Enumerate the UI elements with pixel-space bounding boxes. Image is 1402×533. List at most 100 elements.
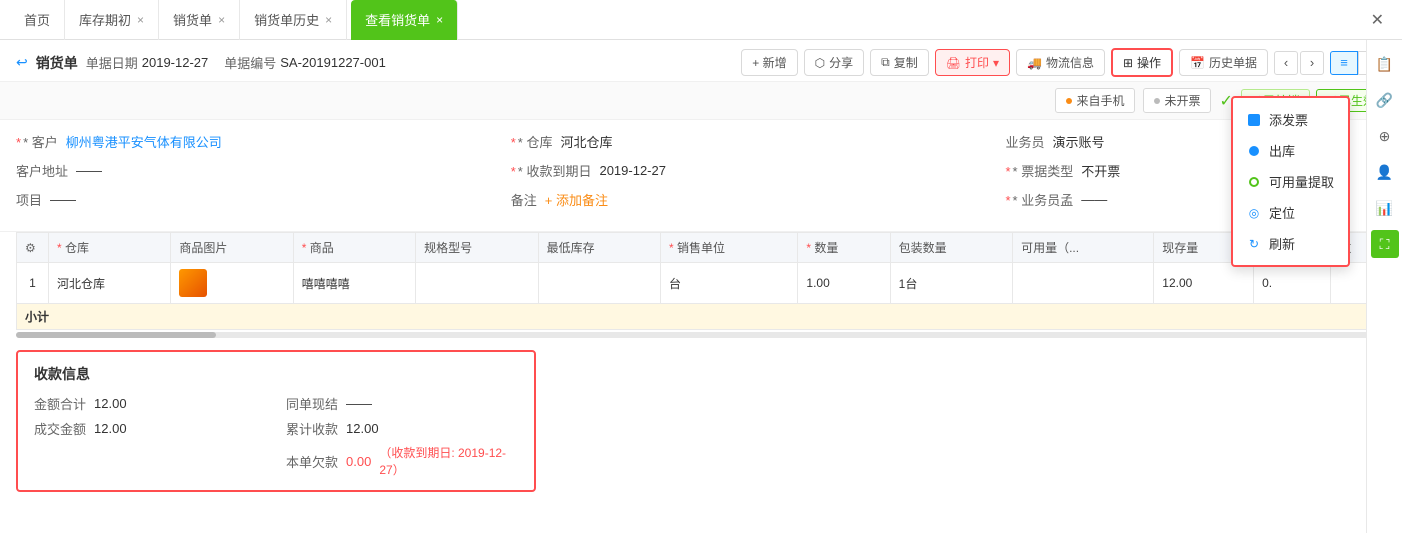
sidebar-doc-icon[interactable]: 📋	[1371, 50, 1399, 78]
tab-sales-order[interactable]: 销货单 ×	[159, 0, 240, 40]
th-settings[interactable]: ⚙	[17, 233, 49, 263]
cell-current-stock: 12.00	[1154, 263, 1254, 304]
dropdown-refresh[interactable]: ↻ 刷新	[1233, 228, 1348, 259]
cell-available	[1013, 263, 1154, 304]
tab-sales-order-label: 销货单	[173, 10, 212, 29]
share-button-label: 分享	[829, 54, 853, 71]
customer-value[interactable]: 柳州粤港平安气体有限公司	[66, 132, 222, 151]
th-product: * 商品	[293, 233, 415, 263]
history-button-label: 历史单据	[1209, 54, 1257, 71]
employee-label: 业务员	[1005, 132, 1044, 151]
from-mobile-button[interactable]: 来自手机	[1055, 88, 1135, 113]
th-pack-qty: 包装数量	[890, 233, 1012, 263]
transaction-row: 成交金额 12.00	[34, 419, 266, 438]
cumulative-label: 累计收款	[286, 419, 338, 438]
warehouse-value: 河北仓库	[560, 132, 612, 151]
settings-gear-icon[interactable]: ⚙	[25, 241, 36, 255]
tab-view-sales[interactable]: 查看销货单 ×	[351, 0, 458, 40]
ops-button-label: 操作	[1137, 54, 1161, 71]
history-icon: 📅	[1190, 56, 1205, 70]
dropdown-add-invoice[interactable]: 添发票	[1233, 104, 1348, 135]
sidebar-expand-icon[interactable]: ⛶	[1371, 230, 1399, 258]
from-mobile-label: 来自手机	[1076, 92, 1124, 109]
due-value: 0.00	[346, 454, 371, 469]
doc-type-icon: ↩	[16, 54, 28, 71]
tab-view-sales-label: 查看销货单	[365, 10, 430, 29]
subtotal-cell: 小计	[17, 304, 1386, 330]
tab-sales-history-label: 销货单历史	[254, 10, 319, 29]
outbound-icon	[1247, 144, 1261, 158]
cell-no: 1	[17, 263, 49, 304]
transaction-value: 12.00	[94, 421, 127, 436]
sidebar-add-icon[interactable]: ⊕	[1371, 122, 1399, 150]
logistics-icon: 🚚	[1027, 56, 1042, 70]
nav-prev-button[interactable]: ‹	[1274, 51, 1298, 75]
second-toolbar: 来自手机 未开票 ✓ ✓ 已核销 ✓ 已生效	[0, 82, 1402, 120]
tab-inventory-init[interactable]: 库存期初 ×	[65, 0, 159, 40]
due-date-field: * 收款到期日 2019-12-27	[511, 161, 892, 180]
sales-person-value: ——	[1081, 192, 1107, 207]
same-order-value: ——	[346, 396, 372, 411]
cell-product-img	[171, 263, 293, 304]
bill-type-value: 不开票	[1081, 161, 1120, 180]
cumulative-row: 累计收款 12.00	[286, 419, 518, 438]
window-close-button[interactable]: ✕	[1363, 6, 1392, 34]
form-row-2: 客户地址 —— * 收款到期日 2019-12-27 * 票据类型 不开票	[16, 161, 1386, 180]
tab-view-sales-close[interactable]: ×	[436, 13, 443, 27]
customer-field: * 客户 柳州粤港平安气体有限公司	[16, 132, 397, 151]
dropdown-outbound[interactable]: 出库	[1233, 135, 1348, 166]
cell-warehouse: 河北仓库	[49, 263, 171, 304]
same-order-label: 同单现结	[286, 394, 338, 413]
available-fetch-label: 可用量提取	[1269, 172, 1334, 191]
note-add-button[interactable]: + 添加备注	[545, 190, 608, 209]
doc-number-field: 单据编号 SA-20191227-001	[224, 53, 386, 72]
th-available: 可用量（...	[1013, 233, 1154, 263]
tab-inventory-init-close[interactable]: ×	[137, 13, 144, 27]
subtotal-row: 小计	[17, 304, 1386, 330]
th-spec: 规格型号	[416, 233, 538, 263]
tab-sales-order-close[interactable]: ×	[218, 13, 225, 27]
view-list-button[interactable]: ≡	[1330, 51, 1358, 75]
sidebar-link-icon[interactable]: 🔗	[1371, 86, 1399, 114]
nav-arrows: ‹ ›	[1274, 51, 1324, 75]
total-amount-value: 12.00	[94, 396, 127, 411]
share-button[interactable]: ⬡ 分享	[804, 49, 865, 76]
table-container: ⚙ * 仓库 商品图片 * 商品 规格型号 最低库存 * 销售单位 * 数量 包…	[0, 232, 1402, 330]
new-button[interactable]: + 新增	[741, 49, 797, 76]
copy-button[interactable]: ⧉ 复制	[870, 49, 929, 76]
history-button[interactable]: 📅 历史单据	[1179, 49, 1268, 76]
logistics-button[interactable]: 🚚 物流信息	[1016, 49, 1105, 76]
add-invoice-label: 添发票	[1269, 110, 1308, 129]
payment-title: 收款信息	[34, 364, 518, 384]
locate-icon: ◎	[1247, 206, 1261, 220]
print-button[interactable]: 🖨 打印 ▾	[935, 49, 1010, 76]
tab-bar: 首页 库存期初 × 销货单 × 销货单历史 × 查看销货单 × ✕	[0, 0, 1402, 40]
sidebar-chart-icon[interactable]: 📊	[1371, 194, 1399, 222]
tab-sales-history-close[interactable]: ×	[325, 13, 332, 27]
cell-spec	[416, 263, 538, 304]
cell-product: 嘻嘻嘻嘻	[293, 263, 415, 304]
refresh-label: 刷新	[1269, 234, 1295, 253]
tab-home-label: 首页	[24, 10, 50, 29]
nav-next-button[interactable]: ›	[1300, 51, 1324, 75]
table-header-row: ⚙ * 仓库 商品图片 * 商品 规格型号 最低库存 * 销售单位 * 数量 包…	[17, 233, 1386, 263]
not-open-button[interactable]: 未开票	[1143, 88, 1211, 113]
ops-icon: ⊞	[1123, 56, 1133, 70]
project-value: ——	[50, 192, 76, 207]
dropdown-available-fetch[interactable]: 可用量提取	[1233, 166, 1348, 197]
cell-min-stock	[538, 263, 660, 304]
doc-number-value: SA-20191227-001	[280, 55, 386, 70]
doc-date-label: 单据日期	[86, 53, 138, 72]
th-quantity: * 数量	[798, 233, 890, 263]
available-fetch-icon	[1247, 175, 1261, 189]
th-warehouse: * 仓库	[49, 233, 171, 263]
ops-button[interactable]: ⊞ 操作	[1111, 48, 1173, 77]
cell-unit: 台	[660, 263, 797, 304]
tab-sales-history[interactable]: 销货单历史 ×	[240, 0, 347, 40]
tab-home[interactable]: 首页	[10, 0, 65, 40]
right-sidebar: 📋 🔗 ⊕ 👤 📊 ⛶	[1366, 40, 1402, 533]
dropdown-menu: 添发票 出库 可用量提取 ◎ 定位 ↻ 刷新	[1231, 96, 1350, 267]
sidebar-user-icon[interactable]: 👤	[1371, 158, 1399, 186]
dropdown-locate[interactable]: ◎ 定位	[1233, 197, 1348, 228]
total-amount-label: 金额合计	[34, 394, 86, 413]
